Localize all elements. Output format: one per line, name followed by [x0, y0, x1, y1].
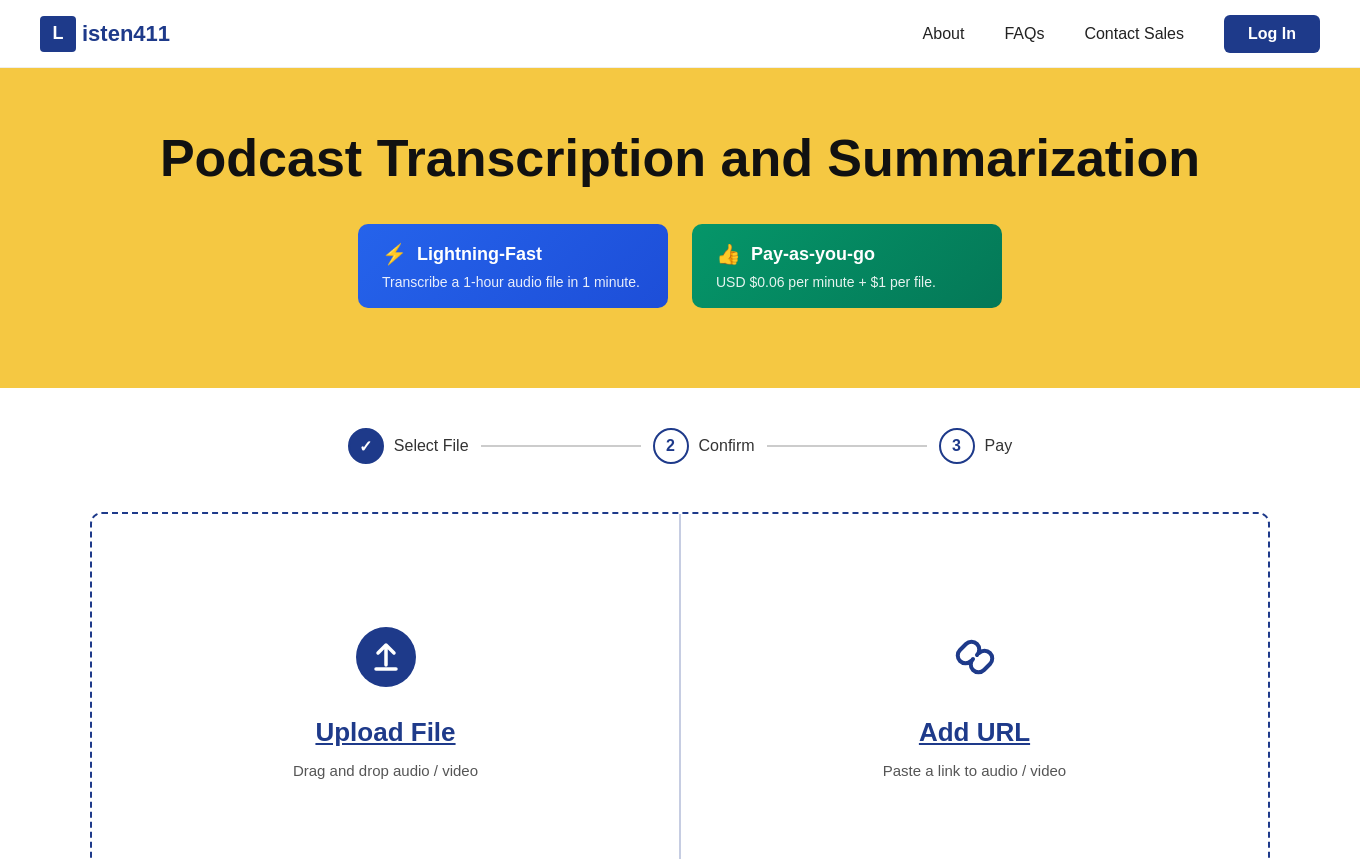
nav-contact-sales[interactable]: Contact Sales [1084, 25, 1184, 43]
navbar: L isten411 About FAQs Contact Sales Log … [0, 0, 1360, 68]
upload-file-panel[interactable]: Upload File Drag and drop audio / video [92, 514, 679, 859]
logo-text: isten411 [82, 21, 170, 47]
feature-card-title: Lightning-Fast [417, 244, 542, 265]
hero-title: Podcast Transcription and Summarization [40, 128, 1320, 188]
feature-card-desc-pay: USD $0.06 per minute + $1 per file. [716, 274, 978, 290]
upload-file-desc: Drag and drop audio / video [293, 762, 478, 779]
feature-card-desc: Transcribe a 1-hour audio file in 1 minu… [382, 274, 644, 290]
add-url-title: Add URL [919, 717, 1030, 748]
upload-section: Upload File Drag and drop audio / video … [90, 512, 1270, 859]
step-pay: 3 Pay [939, 428, 1013, 464]
hero-section: Podcast Transcription and Summarization … [0, 68, 1360, 388]
feature-cards: ⚡ Lightning-Fast Transcribe a 1-hour aud… [40, 224, 1320, 308]
add-url-desc: Paste a link to audio / video [883, 762, 1066, 779]
main-content: ✓ Select File 2 Confirm 3 Pay Upl [0, 388, 1360, 859]
step-label-3: Pay [985, 437, 1013, 455]
feature-card-lightning-fast: ⚡ Lightning-Fast Transcribe a 1-hour aud… [358, 224, 668, 308]
step-line-2 [767, 445, 927, 447]
lightning-icon: ⚡ [382, 242, 407, 266]
step-select-file: ✓ Select File [348, 428, 469, 464]
logo[interactable]: L isten411 [40, 16, 170, 52]
step-confirm: 2 Confirm [653, 428, 755, 464]
nav-about[interactable]: About [923, 25, 965, 43]
upload-file-title: Upload File [315, 717, 455, 748]
cloud-upload-icon [354, 625, 418, 693]
step-label-1: Select File [394, 437, 469, 455]
feature-card-header-pay: 👍 Pay-as-you-go [716, 242, 978, 266]
step-circle-1: ✓ [348, 428, 384, 464]
step-circle-2: 2 [653, 428, 689, 464]
feature-card-pay-as-you-go: 👍 Pay-as-you-go USD $0.06 per minute + $… [692, 224, 1002, 308]
add-url-panel[interactable]: Add URL Paste a link to audio / video [681, 514, 1268, 859]
step-label-2: Confirm [699, 437, 755, 455]
step-line-1 [481, 445, 641, 447]
feature-card-header: ⚡ Lightning-Fast [382, 242, 644, 266]
thumbup-icon: 👍 [716, 242, 741, 266]
stepper: ✓ Select File 2 Confirm 3 Pay [40, 428, 1320, 464]
nav-links: About FAQs Contact Sales Log In [923, 15, 1320, 53]
nav-faqs[interactable]: FAQs [1004, 25, 1044, 43]
step-circle-3: 3 [939, 428, 975, 464]
feature-card-title-pay: Pay-as-you-go [751, 244, 875, 265]
link-icon [943, 625, 1007, 693]
login-button[interactable]: Log In [1224, 15, 1320, 53]
logo-icon: L [40, 16, 76, 52]
